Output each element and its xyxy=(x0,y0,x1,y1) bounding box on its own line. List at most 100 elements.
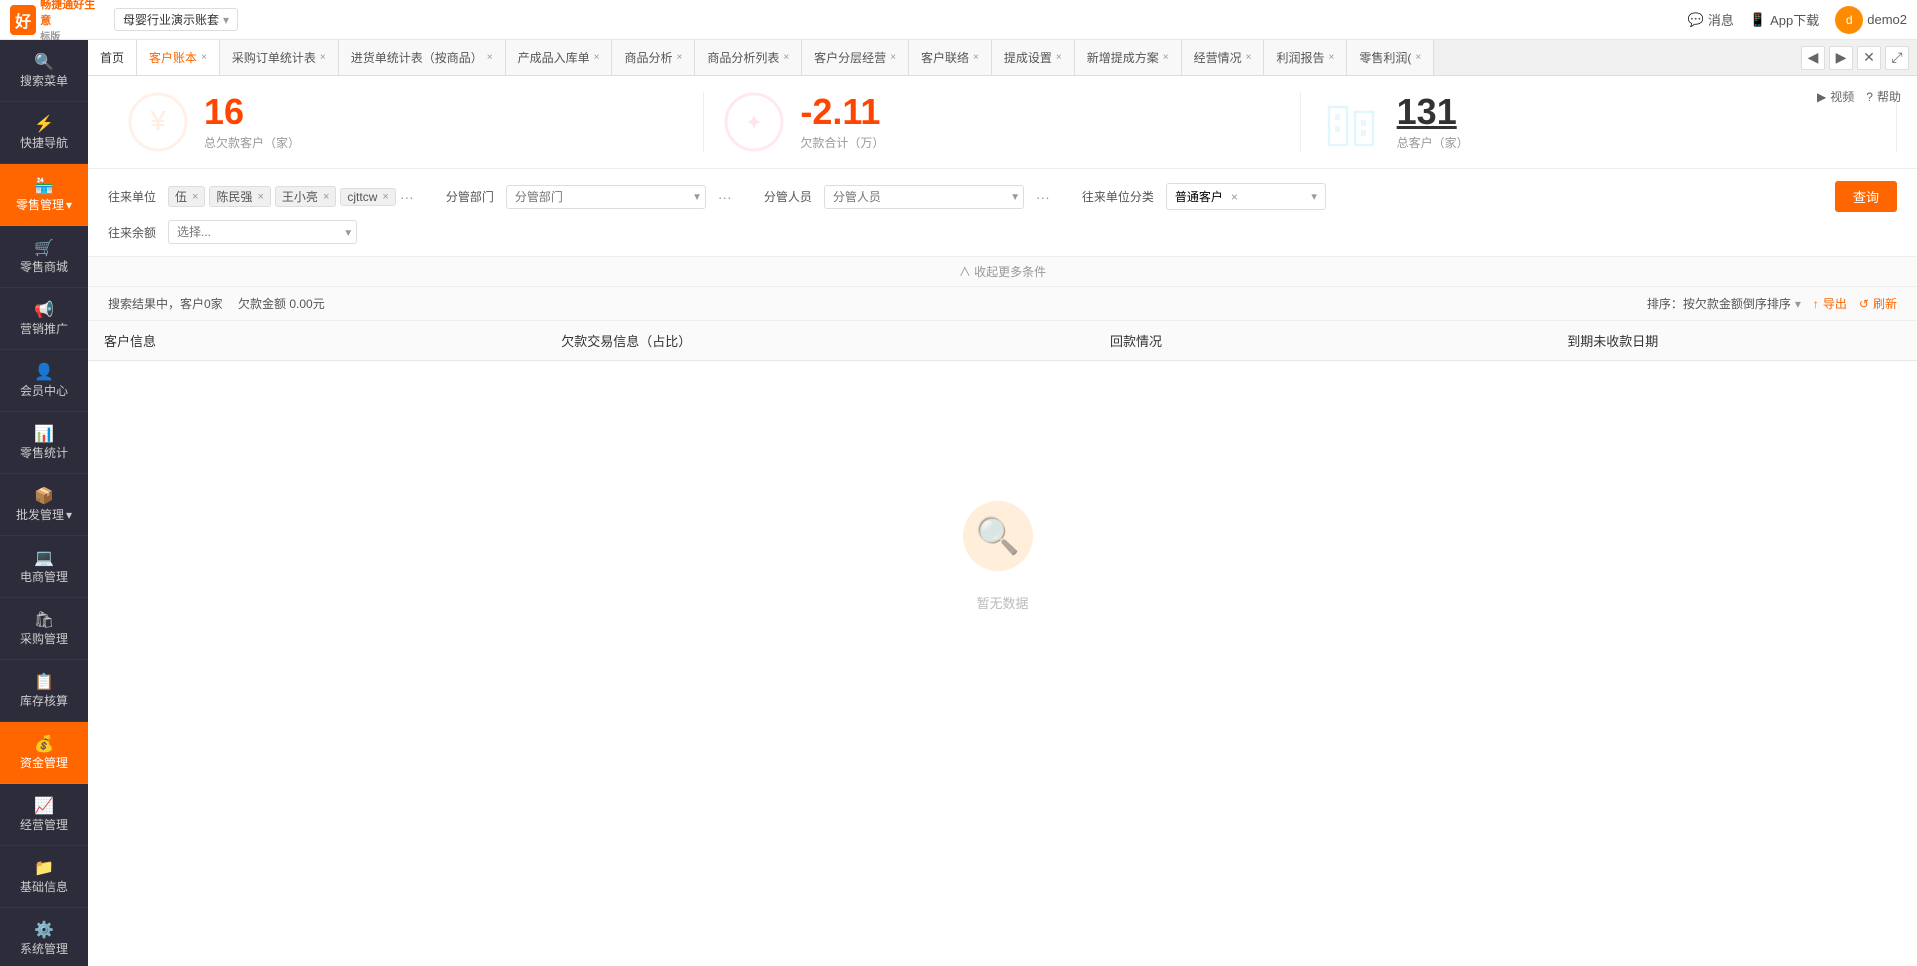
help-button[interactable]: ? 帮助 xyxy=(1866,88,1901,105)
sidebar-item-basics[interactable]: 📁 基础信息 xyxy=(0,846,88,908)
empty-text: 暂无数据 xyxy=(976,593,1028,612)
result-bar: 搜索结果中，客户0家 欠款金额 0.00元 排序：按欠款金额倒序排序 ▾ ↑ 导… xyxy=(88,287,1917,321)
tag-text: cjttcw xyxy=(347,190,377,204)
export-button[interactable]: ↑ 导出 xyxy=(1813,295,1847,312)
tab-close-icon[interactable]: × xyxy=(487,52,493,63)
sidebar-item-retail-store[interactable]: 🛒 零售商城 xyxy=(0,226,88,288)
query-button[interactable]: 查询 xyxy=(1835,181,1897,212)
svg-text:¥: ¥ xyxy=(149,105,166,136)
tab-home[interactable]: 首页 xyxy=(88,40,137,76)
tab-label: 客户联络 xyxy=(921,49,969,66)
tag-remove-wu[interactable]: × xyxy=(192,191,198,203)
sidebar-item-label: 电商管理 xyxy=(8,568,80,585)
main-layout: 🔍 搜索菜单 ⚡ 快捷导航 🏪 零售管理 ▾ 🛒 零售商城 📢 营销推广 👤 会… xyxy=(0,40,1917,966)
sidebar-item-quick-nav[interactable]: ⚡ 快捷导航 xyxy=(0,102,88,164)
tag-text: 王小亮 xyxy=(282,188,318,205)
tab-customer-connect[interactable]: 客户联络 × xyxy=(909,40,992,76)
person-label: 分管人员 xyxy=(764,188,812,205)
pink-icon: ✦ xyxy=(724,92,784,152)
total-customers-label: 总客户（家） xyxy=(1397,134,1469,151)
retail-icon: 🏪 xyxy=(8,176,80,196)
tag-remove-wang[interactable]: × xyxy=(323,191,329,203)
inventory-icon: 📋 xyxy=(8,672,80,692)
filter-tags: 伍 × 陈民强 × 王小亮 × cjttcw × xyxy=(168,186,414,207)
col-payment-status: 回款情况 xyxy=(1094,321,1551,361)
person-input[interactable] xyxy=(824,185,1024,209)
sidebar-item-label: 搜索菜单 xyxy=(8,72,80,89)
tab-prev-button[interactable]: ◀ xyxy=(1801,46,1825,70)
tab-purchase-order-stats[interactable]: 采购订单统计表 × xyxy=(220,40,339,76)
collapse-bar[interactable]: ∧ 收起更多条件 xyxy=(88,257,1917,287)
col-customer-info: 客户信息 xyxy=(88,321,545,361)
dept-ellipsis[interactable]: ··· xyxy=(718,189,732,205)
tab-purchase-stats-by-product[interactable]: 进货单统计表（按商品） × xyxy=(339,40,506,76)
tag-wang: 王小亮 × xyxy=(275,186,336,207)
no-data-icon: 🔍 xyxy=(975,515,1020,557)
empty-icon: 🔍 xyxy=(963,501,1043,581)
app-download-button[interactable]: 📱 App下载 xyxy=(1750,10,1819,29)
collapse-label: 收起更多条件 xyxy=(974,265,1046,279)
member-icon: 👤 xyxy=(8,362,80,382)
tab-close-icon[interactable]: × xyxy=(1415,52,1421,63)
tab-profit-report[interactable]: 利润报告 × xyxy=(1264,40,1347,76)
tab-new-achievement[interactable]: 新增提成方案 × xyxy=(1075,40,1182,76)
tag-text: 伍 xyxy=(175,188,187,205)
tab-maximize-button[interactable]: ⤢ xyxy=(1885,46,1909,70)
tab-close-icon[interactable]: × xyxy=(783,52,789,63)
industry-selector[interactable]: 母婴行业演示账套 ▾ xyxy=(114,8,238,31)
sidebar-item-retail-stats[interactable]: 📊 零售统计 xyxy=(0,412,88,474)
tab-product-analysis-list[interactable]: 商品分析列表 × xyxy=(695,40,802,76)
sidebar-item-finance[interactable]: 💰 资金管理 xyxy=(0,722,88,784)
message-button[interactable]: 💬 消息 xyxy=(1688,10,1734,29)
tab-close-icon[interactable]: × xyxy=(1163,52,1169,63)
refresh-button[interactable]: ↺ 刷新 xyxy=(1859,295,1897,312)
empty-state: 🔍 暂无数据 xyxy=(88,421,1917,692)
sort-select-wrap: 排序：按欠款金额倒序排序 ▾ xyxy=(1647,295,1801,312)
user-profile[interactable]: d demo2 xyxy=(1835,6,1907,34)
video-button[interactable]: ▶ 视频 xyxy=(1817,88,1854,105)
table-header-row: 客户信息 欠款交易信息（占比） 回款情况 到期未收款日期 xyxy=(88,321,1917,361)
tab-label: 商品分析 xyxy=(624,49,672,66)
tag-remove-cjttcw[interactable]: × xyxy=(382,191,388,203)
more-tags-button[interactable]: ··· xyxy=(400,189,414,205)
tab-customer-book[interactable]: 客户账本 × xyxy=(137,40,220,76)
tab-close-icon[interactable]: × xyxy=(320,52,326,63)
tab-customer-tier[interactable]: 客户分层经营 × xyxy=(802,40,909,76)
industry-name: 母婴行业演示账套 xyxy=(123,11,219,28)
tab-close-icon[interactable]: × xyxy=(1328,52,1334,63)
tab-promotion-settings[interactable]: 提成设置 × xyxy=(992,40,1075,76)
tab-close-icon[interactable]: × xyxy=(676,52,682,63)
sidebar: 🔍 搜索菜单 ⚡ 快捷导航 🏪 零售管理 ▾ 🛒 零售商城 📢 营销推广 👤 会… xyxy=(0,40,88,966)
tab-next-button[interactable]: ▶ xyxy=(1829,46,1853,70)
sidebar-item-marketing[interactable]: 📢 营销推广 xyxy=(0,288,88,350)
logo-icon: 好 xyxy=(10,5,36,35)
tab-close-icon[interactable]: × xyxy=(1246,52,1252,63)
sidebar-item-search[interactable]: 🔍 搜索菜单 xyxy=(0,40,88,102)
tab-product-inbound[interactable]: 产成品入库单 × xyxy=(506,40,613,76)
sidebar-item-system[interactable]: ⚙️ 系统管理 xyxy=(0,908,88,966)
balance-input[interactable] xyxy=(168,220,357,244)
sidebar-item-purchase[interactable]: 🛍 采购管理 xyxy=(0,598,88,660)
tab-close-icon[interactable]: × xyxy=(890,52,896,63)
tab-product-analysis[interactable]: 商品分析 × xyxy=(612,40,695,76)
dept-input[interactable] xyxy=(506,185,706,209)
tag-remove-chen[interactable]: × xyxy=(257,191,263,203)
tab-close-all-button[interactable]: ✕ xyxy=(1857,46,1881,70)
sidebar-item-operations[interactable]: 📈 经营管理 xyxy=(0,784,88,846)
unit-type-select[interactable]: 普通客户 × ▾ xyxy=(1166,183,1326,210)
sidebar-item-inventory[interactable]: 📋 库存核算 xyxy=(0,660,88,722)
chevron-icon2: ▾ xyxy=(66,508,72,522)
sidebar-item-ecommerce[interactable]: 💻 电商管理 xyxy=(0,536,88,598)
person-ellipsis[interactable]: ··· xyxy=(1036,189,1050,205)
sidebar-item-wholesale[interactable]: 📦 批发管理 ▾ xyxy=(0,474,88,536)
sidebar-item-member[interactable]: 👤 会员中心 xyxy=(0,350,88,412)
tab-close-icon[interactable]: × xyxy=(201,52,207,63)
tab-retail-profit[interactable]: 零售利润( × xyxy=(1347,40,1434,76)
sidebar-item-retail[interactable]: 🏪 零售管理 ▾ xyxy=(0,164,88,226)
tab-business-status[interactable]: 经营情况 × xyxy=(1182,40,1265,76)
unit-type-remove[interactable]: × xyxy=(1231,190,1238,204)
tab-close-icon[interactable]: × xyxy=(973,52,979,63)
tab-close-icon[interactable]: × xyxy=(594,52,600,63)
tab-close-icon[interactable]: × xyxy=(1056,52,1062,63)
sidebar-item-label: 营销推广 xyxy=(8,320,80,337)
